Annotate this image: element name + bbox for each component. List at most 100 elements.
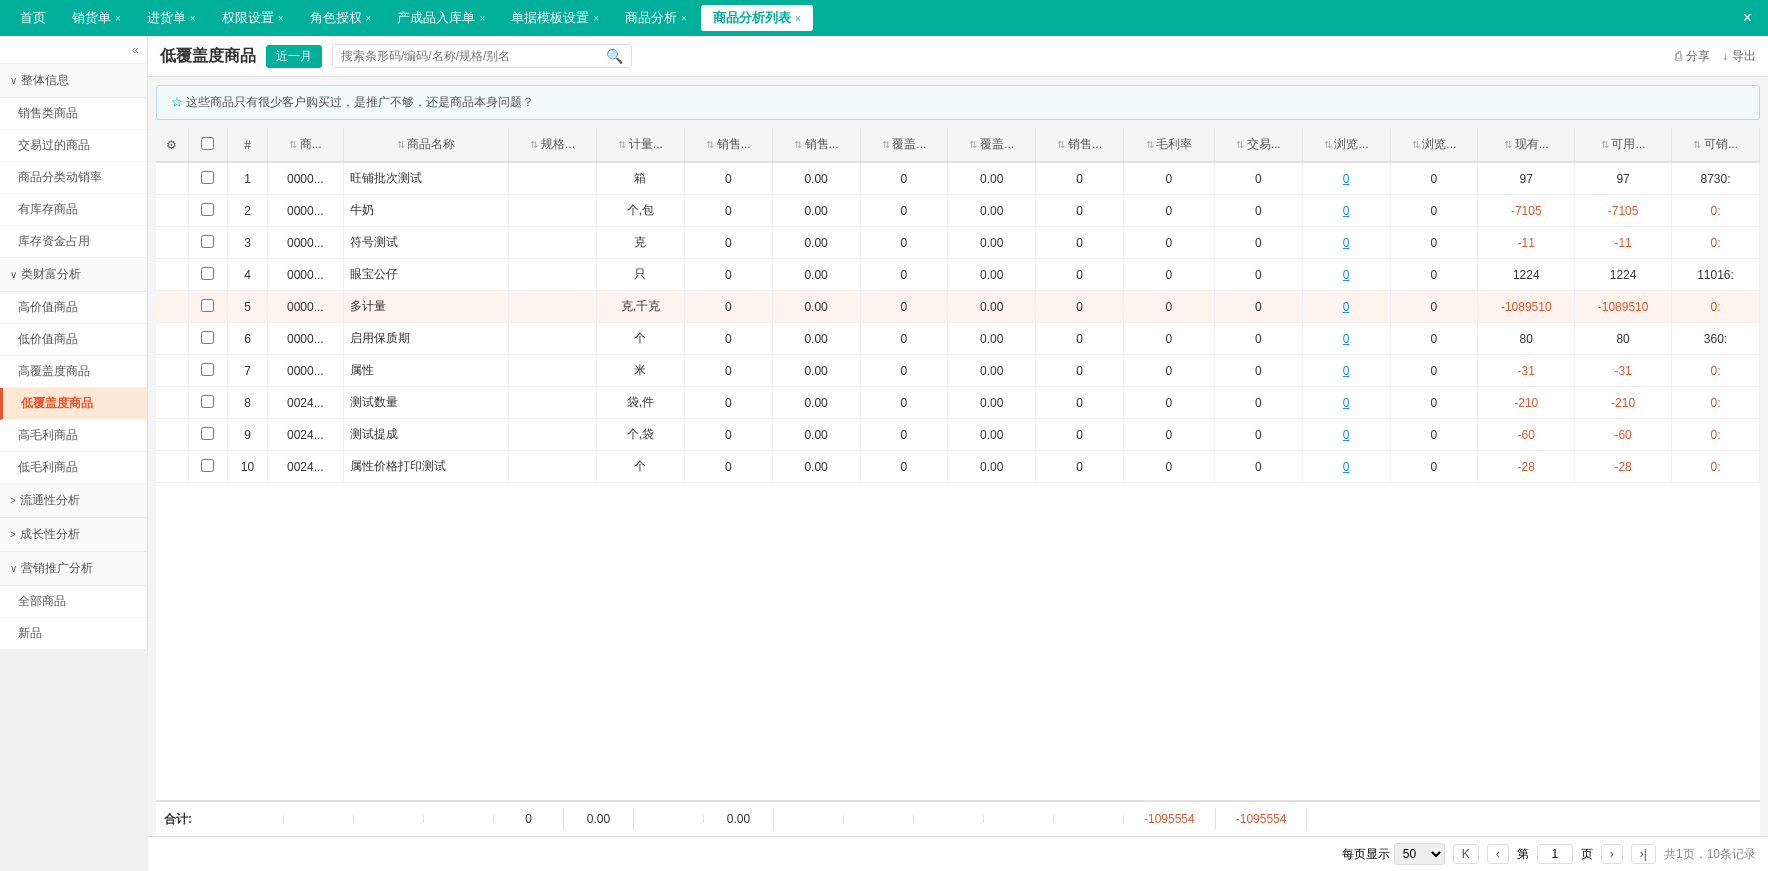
- filter-period-button[interactable]: 近一月: [266, 45, 322, 68]
- browse1-cell[interactable]: 0: [1302, 291, 1390, 323]
- sidebar-item-capital-occupancy[interactable]: 库存资金占用: [0, 226, 147, 258]
- row-checkbox[interactable]: [201, 171, 214, 184]
- row-checkbox[interactable]: [201, 427, 214, 440]
- footer-values: 0 0.00 0.00 -1095554 -1095554: [214, 808, 1752, 830]
- browse1-cell[interactable]: 0: [1302, 162, 1390, 195]
- nav-item-sales[interactable]: 销货单 ×: [60, 5, 133, 31]
- nav-item-analysis-list[interactable]: 商品分析列表 ×: [701, 5, 813, 31]
- sidebar-section-wealth[interactable]: ∨ 类财富分析: [0, 258, 147, 292]
- close-icon[interactable]: ×: [593, 13, 599, 24]
- close-icon[interactable]: ×: [479, 13, 485, 24]
- browse1-cell[interactable]: 0: [1302, 195, 1390, 227]
- trade-cell: 0: [1214, 451, 1302, 483]
- row-checkbox[interactable]: [201, 299, 214, 312]
- nav-item-roles[interactable]: 角色授权 ×: [298, 5, 384, 31]
- window-close-button[interactable]: ×: [1735, 5, 1760, 31]
- nav-item-home[interactable]: 首页: [8, 5, 58, 31]
- page-size-select[interactable]: 20 50 100: [1394, 843, 1445, 865]
- sidebar-item-category-rate[interactable]: 商品分类动销率: [0, 162, 147, 194]
- sidebar-item-new-goods[interactable]: 新品: [0, 618, 147, 650]
- settings-column-header[interactable]: ⚙: [156, 128, 188, 162]
- row-checkbox[interactable]: [201, 363, 214, 376]
- export-button[interactable]: ↓ 导出: [1722, 48, 1756, 65]
- last-page-button[interactable]: ›|: [1631, 844, 1656, 864]
- checkbox-cell[interactable]: [188, 259, 228, 291]
- checkbox-cell[interactable]: [188, 227, 228, 259]
- sales1-column-header[interactable]: 销售...: [684, 128, 772, 162]
- sidebar-section-growth[interactable]: > 成长性分析: [0, 518, 147, 552]
- browse2-column-header[interactable]: 浏览...: [1390, 128, 1478, 162]
- browse1-cell[interactable]: 0: [1302, 355, 1390, 387]
- checkbox-cell[interactable]: [188, 291, 228, 323]
- browse1-column-header[interactable]: 浏览...: [1302, 128, 1390, 162]
- sidebar-item-high-margin[interactable]: 高毛利商品: [0, 420, 147, 452]
- code-column-header[interactable]: 商...: [268, 128, 344, 162]
- row-checkbox[interactable]: [201, 267, 214, 280]
- select-all-checkbox[interactable]: [201, 137, 214, 150]
- checkbox-cell[interactable]: [188, 323, 228, 355]
- unit-column-header[interactable]: 计量...: [597, 128, 685, 162]
- trade-column-header[interactable]: 交易...: [1214, 128, 1302, 162]
- sellable-column-header[interactable]: 可销...: [1672, 128, 1760, 162]
- close-icon[interactable]: ×: [366, 13, 372, 24]
- row-checkbox[interactable]: [201, 459, 214, 472]
- row-checkbox[interactable]: [201, 395, 214, 408]
- sidebar-item-stocked-goods[interactable]: 有库存商品: [0, 194, 147, 226]
- close-icon[interactable]: ×: [681, 13, 687, 24]
- sidebar-collapse-btn[interactable]: «: [0, 36, 147, 64]
- checkbox-column-header[interactable]: [188, 128, 228, 162]
- browse1-cell[interactable]: 0: [1302, 323, 1390, 355]
- sidebar-section-overall[interactable]: ∨ 整体信息: [0, 64, 147, 98]
- checkbox-cell[interactable]: [188, 387, 228, 419]
- sidebar-item-sales-goods[interactable]: 销售类商品: [0, 98, 147, 130]
- row-checkbox[interactable]: [201, 331, 214, 344]
- stock2-column-header[interactable]: 可用...: [1575, 128, 1672, 162]
- close-icon[interactable]: ×: [278, 13, 284, 24]
- checkbox-cell[interactable]: [188, 195, 228, 227]
- browse1-cell[interactable]: 0: [1302, 227, 1390, 259]
- sidebar-item-low-coverage[interactable]: 低覆盖度商品: [0, 388, 147, 420]
- sidebar-section-flow[interactable]: > 流通性分析: [0, 484, 147, 518]
- stock1-column-header[interactable]: 现有...: [1478, 128, 1575, 162]
- margin-column-header[interactable]: 毛利率: [1124, 128, 1215, 162]
- browse1-cell[interactable]: 0: [1302, 259, 1390, 291]
- spec-column-header[interactable]: 规格...: [509, 128, 597, 162]
- checkbox-cell[interactable]: [188, 355, 228, 387]
- sidebar-item-all-goods[interactable]: 全部商品: [0, 586, 147, 618]
- sidebar-item-high-value[interactable]: 高价值商品: [0, 292, 147, 324]
- close-icon[interactable]: ×: [795, 13, 801, 24]
- browse1-cell[interactable]: 0: [1302, 419, 1390, 451]
- sales2-cell: 0.00: [772, 355, 860, 387]
- sales3-column-header[interactable]: 销售...: [1036, 128, 1124, 162]
- sidebar-item-low-value[interactable]: 低价值商品: [0, 324, 147, 356]
- close-icon[interactable]: ×: [115, 13, 121, 24]
- page-number-input[interactable]: [1537, 844, 1573, 864]
- checkbox-cell[interactable]: [188, 451, 228, 483]
- sidebar-item-low-margin[interactable]: 低毛利商品: [0, 452, 147, 484]
- search-input[interactable]: [341, 49, 606, 63]
- browse1-cell[interactable]: 0: [1302, 387, 1390, 419]
- sidebar-item-traded-goods[interactable]: 交易过的商品: [0, 130, 147, 162]
- name-column-header[interactable]: 商品名称: [343, 128, 509, 162]
- sidebar-item-high-coverage[interactable]: 高覆盖度商品: [0, 356, 147, 388]
- nav-item-purchase[interactable]: 进货单 ×: [135, 5, 208, 31]
- row-checkbox[interactable]: [201, 203, 214, 216]
- share-button[interactable]: ⎙ 分享: [1675, 48, 1710, 65]
- nav-item-products[interactable]: 产成品入库单 ×: [385, 5, 497, 31]
- browse1-cell[interactable]: 0: [1302, 451, 1390, 483]
- nav-item-permissions[interactable]: 权限设置 ×: [210, 5, 296, 31]
- checkbox-cell[interactable]: [188, 419, 228, 451]
- nav-item-analysis[interactable]: 商品分析 ×: [613, 5, 699, 31]
- row-checkbox[interactable]: [201, 235, 214, 248]
- checkbox-cell[interactable]: [188, 162, 228, 195]
- next-page-button[interactable]: ›: [1601, 844, 1623, 864]
- first-page-button[interactable]: K: [1453, 844, 1479, 864]
- cover2-column-header[interactable]: 覆盖...: [948, 128, 1036, 162]
- nav-item-templates[interactable]: 单据模板设置 ×: [499, 5, 611, 31]
- sidebar-section-marketing[interactable]: ∨ 营销推广分析: [0, 552, 147, 586]
- cover1-column-header[interactable]: 覆盖...: [860, 128, 948, 162]
- prev-page-button[interactable]: ‹: [1487, 844, 1509, 864]
- close-icon[interactable]: ×: [190, 13, 196, 24]
- sales2-column-header[interactable]: 销售...: [772, 128, 860, 162]
- code-cell: 0000...: [268, 355, 344, 387]
